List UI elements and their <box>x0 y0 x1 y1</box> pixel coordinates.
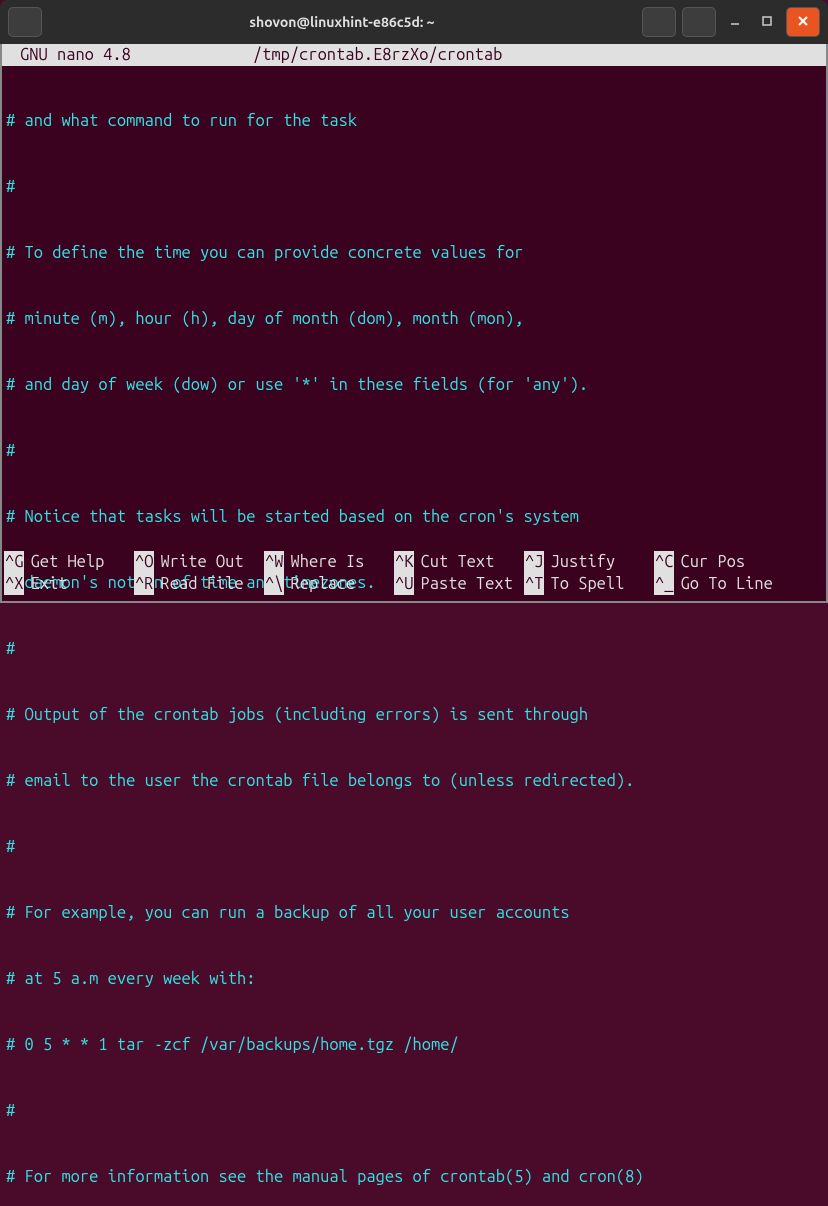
shortcut-cut-text: ^KCut Text <box>394 551 524 573</box>
crontab-line: # email to the user the crontab file bel… <box>6 770 822 792</box>
crontab-line: # 0 5 * * 1 tar -zcf /var/backups/home.t… <box>6 1034 822 1056</box>
window-titlebar: shovon@linuxhint-e86c5d: ~ <box>0 0 828 44</box>
crontab-line: # To define the time you can provide con… <box>6 242 822 264</box>
crontab-line: # Output of the crontab jobs (including … <box>6 704 822 726</box>
minimize-button[interactable] <box>722 9 748 35</box>
nano-content[interactable]: # and what command to run for the task #… <box>2 66 826 1206</box>
crontab-line: # For example, you can run a backup of a… <box>6 902 822 924</box>
crontab-line: # and day of week (dow) or use '*' in th… <box>6 374 822 396</box>
maximize-icon <box>761 13 773 31</box>
crontab-line: # at 5 a.m every week with: <box>6 968 822 990</box>
crontab-line: # and what command to run for the task <box>6 110 822 132</box>
close-icon <box>797 13 809 31</box>
crontab-line: # <box>6 440 822 462</box>
crontab-line: # For more information see the manual pa… <box>6 1166 822 1188</box>
footer-row-1: ^GGet Help ^OWrite Out ^WWhere Is ^KCut … <box>4 551 824 573</box>
nano-version: GNU nano 4.8 <box>6 44 131 66</box>
shortcut-paste-text: ^UPaste Text <box>394 573 524 595</box>
crontab-line: # <box>6 176 822 198</box>
shortcut-exit: ^XExit <box>4 573 134 595</box>
nano-footer: ^GGet Help ^OWrite Out ^WWhere Is ^KCut … <box>2 551 826 595</box>
shortcut-to-spell: ^TTo Spell <box>524 573 654 595</box>
crontab-line: # <box>6 638 822 660</box>
nano-filename: /tmp/crontab.E8rzXo/crontab <box>131 44 502 66</box>
crontab-line: # Notice that tasks will be started base… <box>6 506 822 528</box>
menu-button[interactable] <box>682 7 716 37</box>
shortcut-go-to-line: ^_Go To Line <box>654 573 784 595</box>
shortcut-get-help: ^GGet Help <box>4 551 134 573</box>
footer-row-2: ^XExit ^RRead File ^\Replace ^UPaste Tex… <box>4 573 824 595</box>
shortcut-where-is: ^WWhere Is <box>264 551 394 573</box>
nano-header: GNU nano 4.8 /tmp/crontab.E8rzXo/crontab <box>2 44 826 66</box>
crontab-line: # minute (m), hour (h), day of month (do… <box>6 308 822 330</box>
shortcut-justify: ^JJustify <box>524 551 654 573</box>
new-tab-button[interactable] <box>8 7 42 37</box>
shortcut-write-out: ^OWrite Out <box>134 551 264 573</box>
shortcut-read-file: ^RRead File <box>134 573 264 595</box>
shortcut-replace: ^\Replace <box>264 573 394 595</box>
minimize-icon <box>729 13 741 31</box>
shortcut-cur-pos: ^CCur Pos <box>654 551 784 573</box>
maximize-button[interactable] <box>754 9 780 35</box>
crontab-line: # <box>6 1100 822 1122</box>
crontab-line: # <box>6 836 822 858</box>
close-button[interactable] <box>786 7 820 37</box>
terminal-area[interactable]: GNU nano 4.8 /tmp/crontab.E8rzXo/crontab… <box>0 44 828 603</box>
window-title: shovon@linuxhint-e86c5d: ~ <box>42 14 642 30</box>
search-button[interactable] <box>642 7 676 37</box>
